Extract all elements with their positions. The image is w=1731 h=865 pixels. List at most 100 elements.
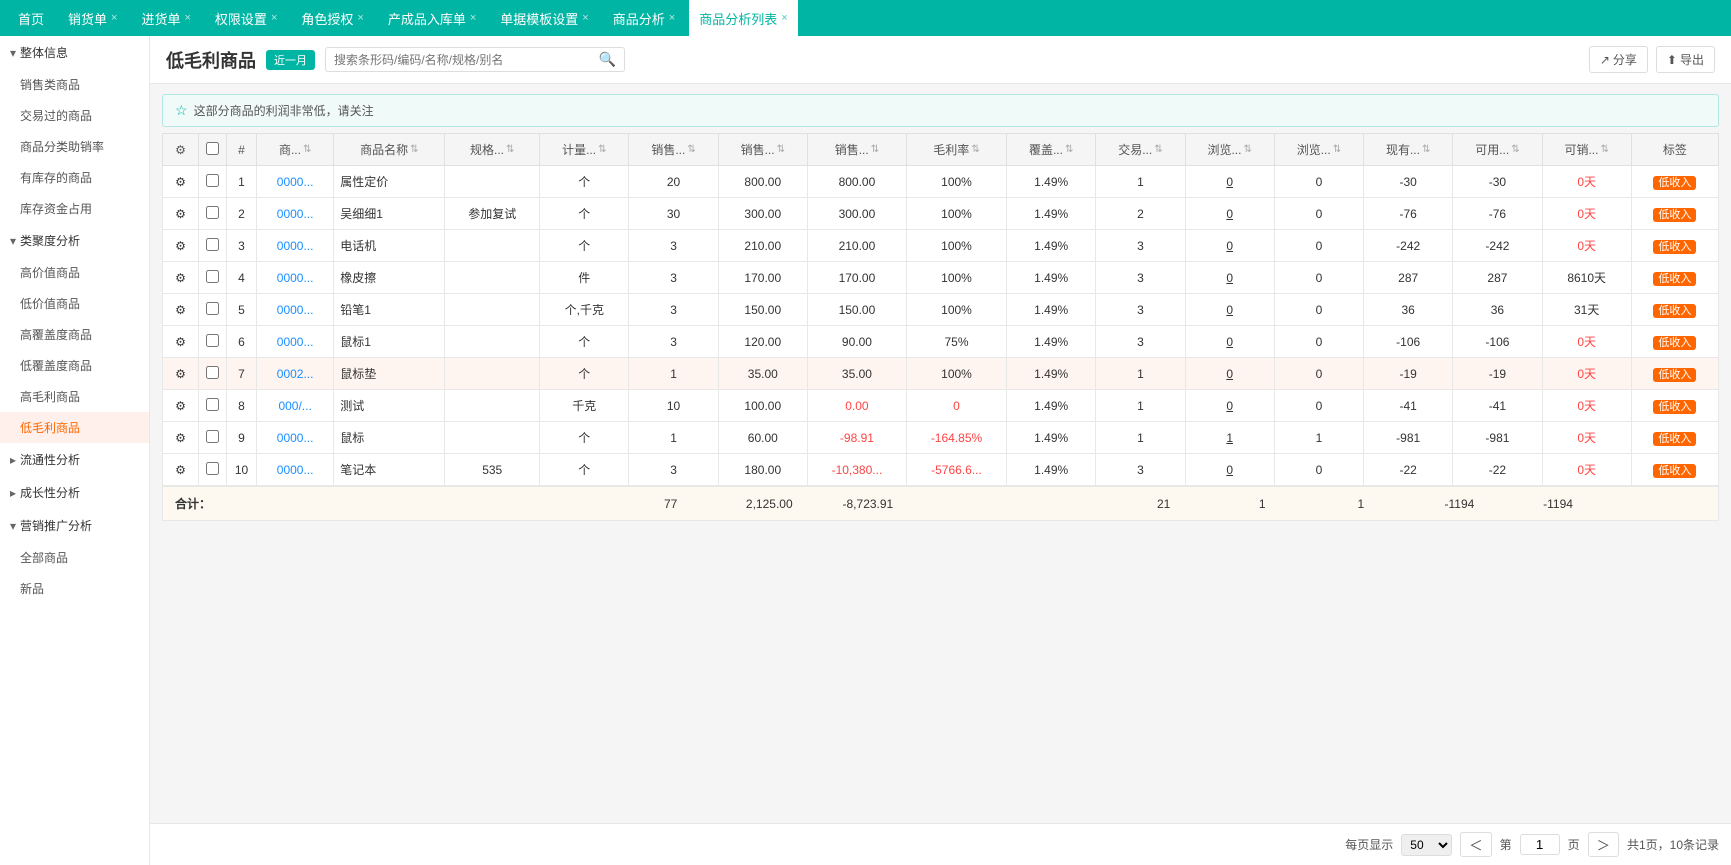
sidebar-item-stock-capital[interactable]: 库存资金占用 [0,193,149,224]
sidebar-item-category-rate[interactable]: 商品分类助销率 [0,131,149,162]
settings-cell[interactable]: ⚙ [163,230,199,262]
code-col-header[interactable]: 商...⇅ [257,134,334,166]
sidebar-item-stocked-goods[interactable]: 有库存的商品 [0,162,149,193]
row-views1[interactable]: 0 [1185,390,1274,422]
sort-icon[interactable]: ⇅ [777,144,785,155]
settings-cell[interactable]: ⚙ [163,390,199,422]
row-views1[interactable]: 0 [1185,198,1274,230]
sort-icon[interactable]: ⇅ [687,144,695,155]
settings-cell[interactable]: ⚙ [163,198,199,230]
sort-icon[interactable]: ⇅ [1333,144,1341,155]
select-all-checkbox[interactable] [206,142,219,155]
gross-rate-col-header[interactable]: 毛利率⇅ [906,134,1006,166]
close-icon[interactable]: × [781,12,787,24]
data-table-container[interactable]: ⚙ # 商...⇅ 商品名称⇅ 规格...⇅ [162,133,1719,823]
sellable-col-header[interactable]: 可销...⇅ [1542,134,1631,166]
row-checkbox[interactable] [206,430,219,443]
sidebar-item-low-coverage[interactable]: 低覆盖度商品 [0,350,149,381]
nav-product-analysis[interactable]: 商品分析 × [603,0,685,36]
sort-icon[interactable]: ⇅ [410,144,418,155]
page-number-input[interactable] [1520,834,1560,855]
close-icon[interactable]: × [582,12,588,24]
row-checkbox-cell[interactable] [199,198,227,230]
sidebar-item-high-coverage[interactable]: 高覆盖度商品 [0,319,149,350]
views1-col-header[interactable]: 浏览...⇅ [1185,134,1274,166]
row-views1[interactable]: 0 [1185,262,1274,294]
search-icon[interactable]: 🔍 [599,51,616,68]
sidebar-item-low-margin[interactable]: 低毛利商品 [0,412,149,443]
row-checkbox[interactable] [206,366,219,379]
row-views1[interactable]: 1 [1185,422,1274,454]
nav-purchase-order[interactable]: 进货单 × [131,0,200,36]
settings-cell[interactable]: ⚙ [163,166,199,198]
nav-home[interactable]: 首页 [8,0,54,36]
close-icon[interactable]: × [184,12,190,24]
settings-cell[interactable]: ⚙ [163,422,199,454]
settings-cell[interactable]: ⚙ [163,294,199,326]
row-views1[interactable]: 0 [1185,166,1274,198]
row-checkbox-cell[interactable] [199,390,227,422]
settings-cell[interactable]: ⚙ [163,454,199,486]
row-views1[interactable]: 0 [1185,454,1274,486]
sidebar-item-high-value[interactable]: 高价值商品 [0,257,149,288]
row-checkbox-cell[interactable] [199,166,227,198]
nav-product-analysis-list[interactable]: 商品分析列表 × [689,0,797,36]
sidebar-group-cluster[interactable]: ▾ 类聚度分析 [0,224,149,257]
nav-permissions[interactable]: 权限设置 × [205,0,287,36]
nav-template-settings[interactable]: 单据模板设置 × [490,0,598,36]
row-checkbox[interactable] [206,270,219,283]
row-checkbox-cell[interactable] [199,358,227,390]
row-checkbox-cell[interactable] [199,454,227,486]
export-button[interactable]: ⬆ 导出 [1656,46,1715,73]
sort-icon[interactable]: ⇅ [303,144,311,155]
sidebar-item-high-margin[interactable]: 高毛利商品 [0,381,149,412]
row-views1[interactable]: 0 [1185,230,1274,262]
sort-icon[interactable]: ⇅ [1422,144,1430,155]
sidebar-item-traded-goods[interactable]: 交易过的商品 [0,100,149,131]
close-icon[interactable]: × [271,12,277,24]
sidebar-group-marketing[interactable]: ▾ 营销推广分析 [0,509,149,542]
nav-sales-order[interactable]: 销货单 × [58,0,127,36]
row-checkbox[interactable] [206,302,219,315]
sidebar-group-overall[interactable]: ▾ 整体信息 [0,36,149,69]
nav-product-instock[interactable]: 产成品入库单 × [378,0,486,36]
sales-amt-col-header[interactable]: 销售...⇅ [718,134,807,166]
sort-icon[interactable]: ⇅ [1600,144,1608,155]
date-range-tag[interactable]: 近一月 [266,50,315,70]
close-icon[interactable]: × [470,12,476,24]
unit-col-header[interactable]: 计量...⇅ [540,134,629,166]
prev-page-button[interactable]: ＜ [1460,832,1491,857]
name-col-header[interactable]: 商品名称⇅ [334,134,445,166]
row-views1[interactable]: 0 [1185,326,1274,358]
spec-col-header[interactable]: 规格...⇅ [445,134,540,166]
share-button[interactable]: ↗ 分享 [1589,46,1648,73]
settings-col-header[interactable]: ⚙ [163,134,199,166]
sidebar-item-new-goods[interactable]: 新品 [0,573,149,604]
row-views1[interactable]: 0 [1185,294,1274,326]
row-checkbox-cell[interactable] [199,294,227,326]
sidebar-group-growth[interactable]: ▸ 成长性分析 [0,476,149,509]
sidebar-group-circulation[interactable]: ▸ 流通性分析 [0,443,149,476]
nav-role-auth[interactable]: 角色授权 × [291,0,373,36]
available-col-header[interactable]: 可用...⇅ [1453,134,1542,166]
sort-icon[interactable]: ⇅ [971,144,979,155]
sidebar-item-low-value[interactable]: 低价值商品 [0,288,149,319]
row-checkbox-cell[interactable] [199,230,227,262]
row-checkbox[interactable] [206,206,219,219]
row-checkbox[interactable] [206,174,219,187]
row-checkbox[interactable] [206,462,219,475]
current-col-header[interactable]: 现有...⇅ [1364,134,1453,166]
row-views1[interactable]: 0 [1185,358,1274,390]
page-size-select[interactable]: 50 100 200 [1401,834,1452,856]
row-checkbox-cell[interactable] [199,422,227,454]
settings-cell[interactable]: ⚙ [163,326,199,358]
checkbox-col-header[interactable] [199,134,227,166]
sort-icon[interactable]: ⇅ [598,144,606,155]
settings-cell[interactable]: ⚙ [163,358,199,390]
sort-icon[interactable]: ⇅ [1065,144,1073,155]
row-checkbox[interactable] [206,238,219,251]
sort-icon[interactable]: ⇅ [506,144,514,155]
coverage-col-header[interactable]: 覆盖...⇅ [1007,134,1096,166]
sort-icon[interactable]: ⇅ [871,144,879,155]
sort-icon[interactable]: ⇅ [1243,144,1251,155]
